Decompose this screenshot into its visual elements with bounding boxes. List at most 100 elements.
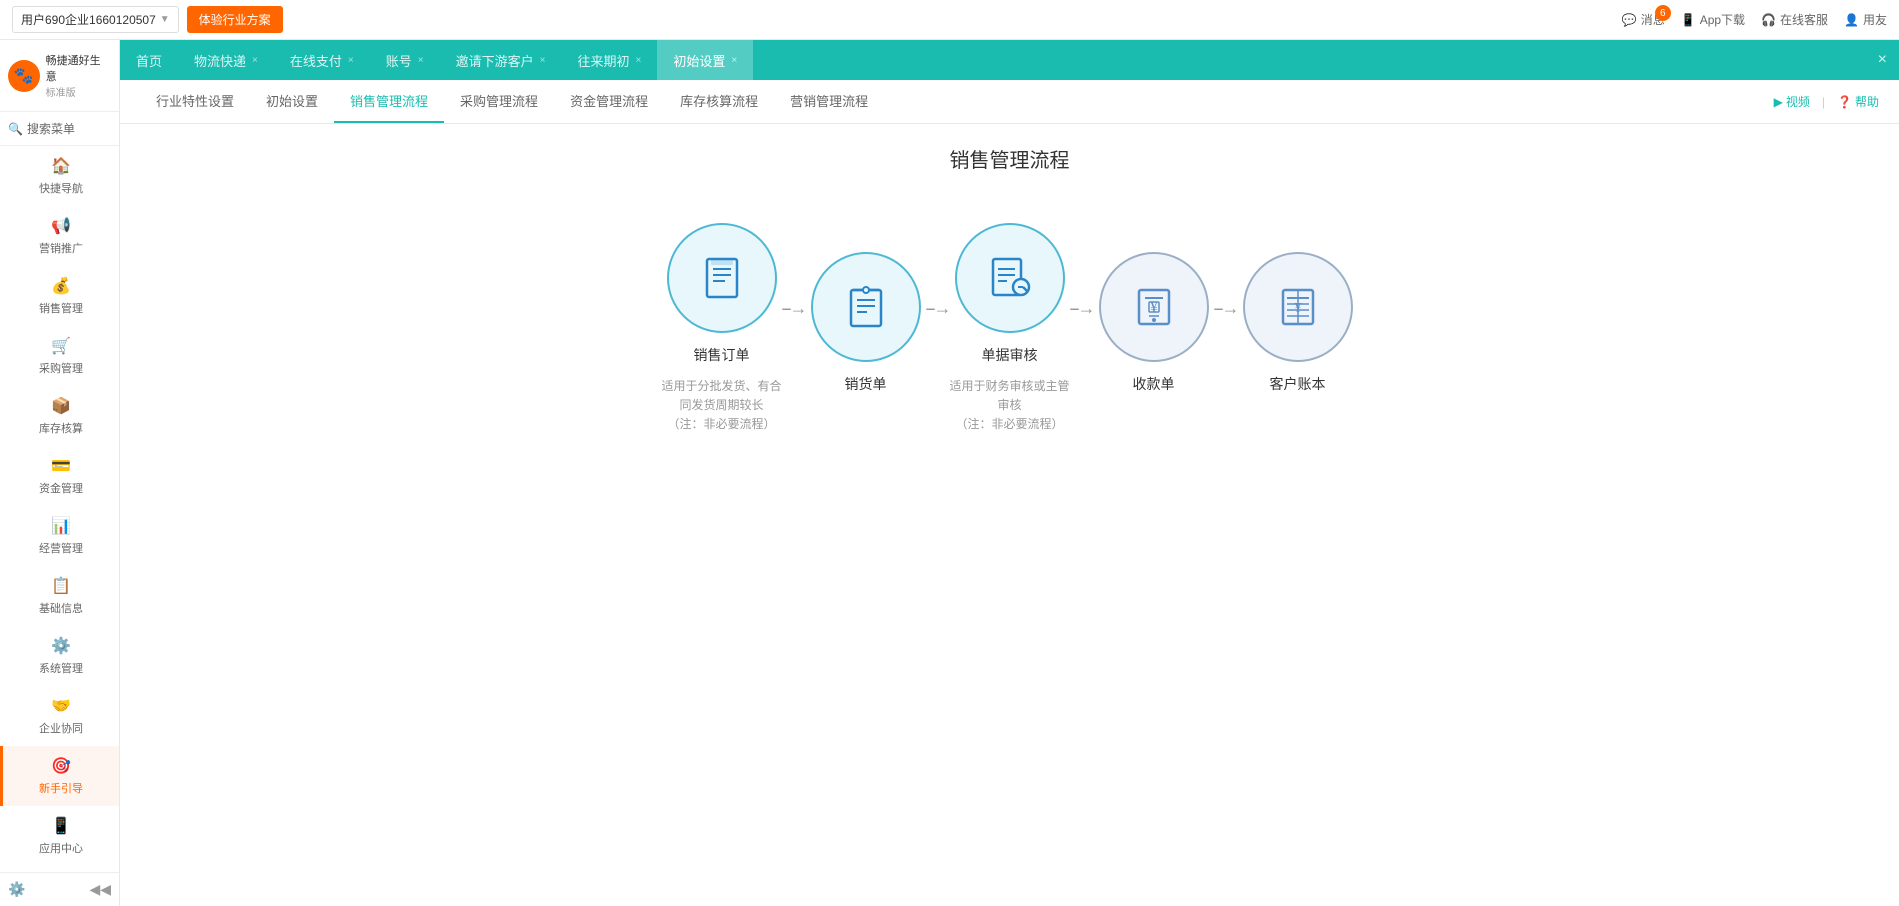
sub-tab-inventory-flow[interactable]: 库存核算流程 bbox=[664, 80, 774, 123]
tab-account[interactable]: 账号 × bbox=[370, 40, 440, 80]
username-label: 用友 bbox=[1863, 11, 1887, 28]
sales-delivery-label: 销货单 bbox=[845, 374, 887, 394]
logo-line1: 畅捷通好生意 bbox=[46, 52, 111, 84]
sidebar-item-collab[interactable]: 🤝 企业协同 bbox=[0, 686, 119, 746]
service-icon: 🎧 bbox=[1761, 13, 1776, 27]
tab-period-label: 往来期初 bbox=[577, 51, 629, 70]
user-account-item[interactable]: 👤 用友 bbox=[1844, 11, 1887, 28]
tab-account-label: 账号 bbox=[386, 51, 412, 70]
video-help-item[interactable]: ▶ 视频 bbox=[1774, 93, 1810, 110]
sidebar-item-sales[interactable]: 💰 销售管理 bbox=[0, 266, 119, 326]
tab-account-close[interactable]: × bbox=[418, 55, 424, 66]
sub-tab-init[interactable]: 初始设置 bbox=[250, 80, 334, 123]
sidebar-item-purchase[interactable]: 🛒 采购管理 bbox=[0, 326, 119, 386]
tab-payment-close[interactable]: × bbox=[348, 55, 354, 66]
tab-period[interactable]: 往来期初 × bbox=[561, 40, 657, 80]
collab-icon: 🤝 bbox=[51, 696, 71, 716]
quick-nav-icon: 🏠 bbox=[51, 156, 71, 176]
sidebar-item-label: 库存核算 bbox=[39, 420, 83, 436]
tab-init-settings-label: 初始设置 bbox=[673, 51, 725, 70]
doc-review-circle[interactable] bbox=[955, 223, 1065, 333]
sub-tab-sales-flow-label: 销售管理流程 bbox=[350, 91, 428, 110]
sidebar-item-label: 快捷导航 bbox=[39, 180, 83, 196]
sidebar-item-label: 基础信息 bbox=[39, 600, 83, 616]
sidebar-item-quick-nav[interactable]: 🏠 快捷导航 bbox=[0, 146, 119, 206]
nav-tabs-bar: 首页 物流快递 × 在线支付 × 账号 × 邀请下游客户 × 往来期初 × bbox=[120, 40, 1899, 80]
sales-delivery-circle[interactable] bbox=[811, 252, 921, 362]
sub-tab-inventory-flow-label: 库存核算流程 bbox=[680, 91, 758, 110]
app-label: App下载 bbox=[1700, 11, 1745, 28]
sidebar-search[interactable]: 🔍 搜索菜单 bbox=[0, 112, 119, 146]
message-badge: 6 bbox=[1655, 5, 1671, 21]
flow-item-sales-delivery: 销货单 bbox=[796, 252, 936, 406]
top-bar-right: 💬 消息 6 📱 App下载 🎧 在线客服 👤 用友 bbox=[1622, 11, 1887, 28]
sub-tab-purchase-flow[interactable]: 采购管理流程 bbox=[444, 80, 554, 123]
tab-init-settings[interactable]: 初始设置 × bbox=[657, 40, 753, 80]
sub-tab-finance-flow-label: 资金管理流程 bbox=[570, 91, 648, 110]
tab-payment-label: 在线支付 bbox=[290, 51, 342, 70]
tab-home[interactable]: 首页 bbox=[120, 40, 178, 80]
sidebar-item-system[interactable]: ⚙️ 系统管理 bbox=[0, 626, 119, 686]
flow-item-sales-order: 销售订单 适用于分批发货、有合同发货周期较长（注：非必要流程） bbox=[652, 223, 792, 435]
flow-item-customer-ledger: ¥ 客户账本 bbox=[1228, 252, 1368, 406]
help-item[interactable]: ❓ 帮助 bbox=[1837, 93, 1879, 110]
flow-diagram: 销售订单 适用于分批发货、有合同发货周期较长（注：非必要流程） --→ bbox=[140, 223, 1879, 435]
customer-ledger-icon: ¥ bbox=[1273, 282, 1323, 332]
sub-tab-finance-flow[interactable]: 资金管理流程 bbox=[554, 80, 664, 123]
tab-invite-close[interactable]: × bbox=[540, 55, 546, 66]
sidebar-item-finance[interactable]: 💳 资金管理 bbox=[0, 446, 119, 506]
sidebar-item-operations[interactable]: 📊 经营管理 bbox=[0, 506, 119, 566]
main-layout: 🐾 畅捷通好生意 标准版 🔍 搜索菜单 🏠 快捷导航 📢 营销推广 💰 销售管理 bbox=[0, 40, 1899, 906]
sidebar-item-base-info[interactable]: 📋 基础信息 bbox=[0, 566, 119, 626]
sub-tab-marketing-flow[interactable]: 营销管理流程 bbox=[774, 80, 884, 123]
sales-order-circle[interactable] bbox=[667, 223, 777, 333]
sidebar-item-label: 采购管理 bbox=[39, 360, 83, 376]
sidebar-item-inventory[interactable]: 📦 库存核算 bbox=[0, 386, 119, 446]
sales-order-desc: 适用于分批发货、有合同发货周期较长（注：非必要流程） bbox=[657, 377, 787, 435]
tab-payment[interactable]: 在线支付 × bbox=[274, 40, 370, 80]
sales-order-icon bbox=[697, 253, 747, 303]
sub-tab-init-label: 初始设置 bbox=[266, 91, 318, 110]
settings-bottom-icon[interactable]: ⚙️ bbox=[8, 881, 25, 898]
sidebar-item-marketing[interactable]: 📢 营销推广 bbox=[0, 206, 119, 266]
tab-init-settings-close[interactable]: × bbox=[731, 55, 737, 66]
operations-icon: 📊 bbox=[51, 516, 71, 536]
sub-tab-industry-label: 行业特性设置 bbox=[156, 91, 234, 110]
sub-tabs: 行业特性设置 初始设置 销售管理流程 采购管理流程 资金管理流程 库存核算流程 bbox=[140, 80, 884, 123]
sales-order-label: 销售订单 bbox=[694, 345, 750, 365]
avatar-icon: 👤 bbox=[1844, 13, 1859, 27]
sidebar: 🐾 畅捷通好生意 标准版 🔍 搜索菜单 🏠 快捷导航 📢 营销推广 💰 销售管理 bbox=[0, 40, 120, 906]
sidebar-nav: 🏠 快捷导航 📢 营销推广 💰 销售管理 🛒 采购管理 📦 库存核算 💳 bbox=[0, 146, 119, 872]
sidebar-item-app-center[interactable]: 📱 应用中心 bbox=[0, 806, 119, 866]
app-download-item[interactable]: 📱 App下载 bbox=[1681, 11, 1745, 28]
video-label: 视频 bbox=[1786, 93, 1810, 110]
help-label: 帮助 bbox=[1855, 93, 1879, 110]
app-center-icon: 📱 bbox=[51, 816, 71, 836]
top-bar-left: 用户690企业1660120507 ▼ 体验行业方案 bbox=[12, 6, 283, 33]
sub-tab-industry[interactable]: 行业特性设置 bbox=[140, 80, 250, 123]
sidebar-item-label: 资金管理 bbox=[39, 480, 83, 496]
sidebar-item-newbie[interactable]: 🎯 新手引导 bbox=[0, 746, 119, 806]
receipt-circle[interactable]: ¥ bbox=[1099, 252, 1209, 362]
collapse-icon[interactable]: ◀◀ bbox=[89, 881, 111, 898]
message-item[interactable]: 💬 消息 6 bbox=[1622, 11, 1665, 28]
base-info-icon: 📋 bbox=[51, 576, 71, 596]
logo-text: 畅捷通好生意 标准版 bbox=[46, 52, 111, 99]
tab-invite-label: 邀请下游客户 bbox=[456, 51, 534, 70]
sidebar-item-label: 企业协同 bbox=[39, 720, 83, 736]
sidebar-item-label: 经营管理 bbox=[39, 540, 83, 556]
tab-invite[interactable]: 邀请下游客户 × bbox=[440, 40, 562, 80]
sub-tab-sales-flow[interactable]: 销售管理流程 bbox=[334, 80, 444, 123]
top-bar: 用户690企业1660120507 ▼ 体验行业方案 💬 消息 6 📱 App下… bbox=[0, 0, 1899, 40]
customer-ledger-circle[interactable]: ¥ bbox=[1243, 252, 1353, 362]
tab-period-close[interactable]: × bbox=[635, 55, 641, 66]
page-content: 销售管理流程 销售订单 适用于分批发货、有合同 bbox=[120, 124, 1899, 906]
service-item[interactable]: 🎧 在线客服 bbox=[1761, 11, 1828, 28]
app-icon: 📱 bbox=[1681, 13, 1696, 27]
trial-button[interactable]: 体验行业方案 bbox=[187, 6, 283, 33]
close-all-tabs[interactable]: × bbox=[1866, 51, 1899, 69]
tab-logistics[interactable]: 物流快递 × bbox=[178, 40, 274, 80]
user-select[interactable]: 用户690企业1660120507 ▼ bbox=[12, 6, 179, 33]
tab-logistics-close[interactable]: × bbox=[252, 55, 258, 66]
logo-icon: 🐾 bbox=[8, 60, 40, 92]
